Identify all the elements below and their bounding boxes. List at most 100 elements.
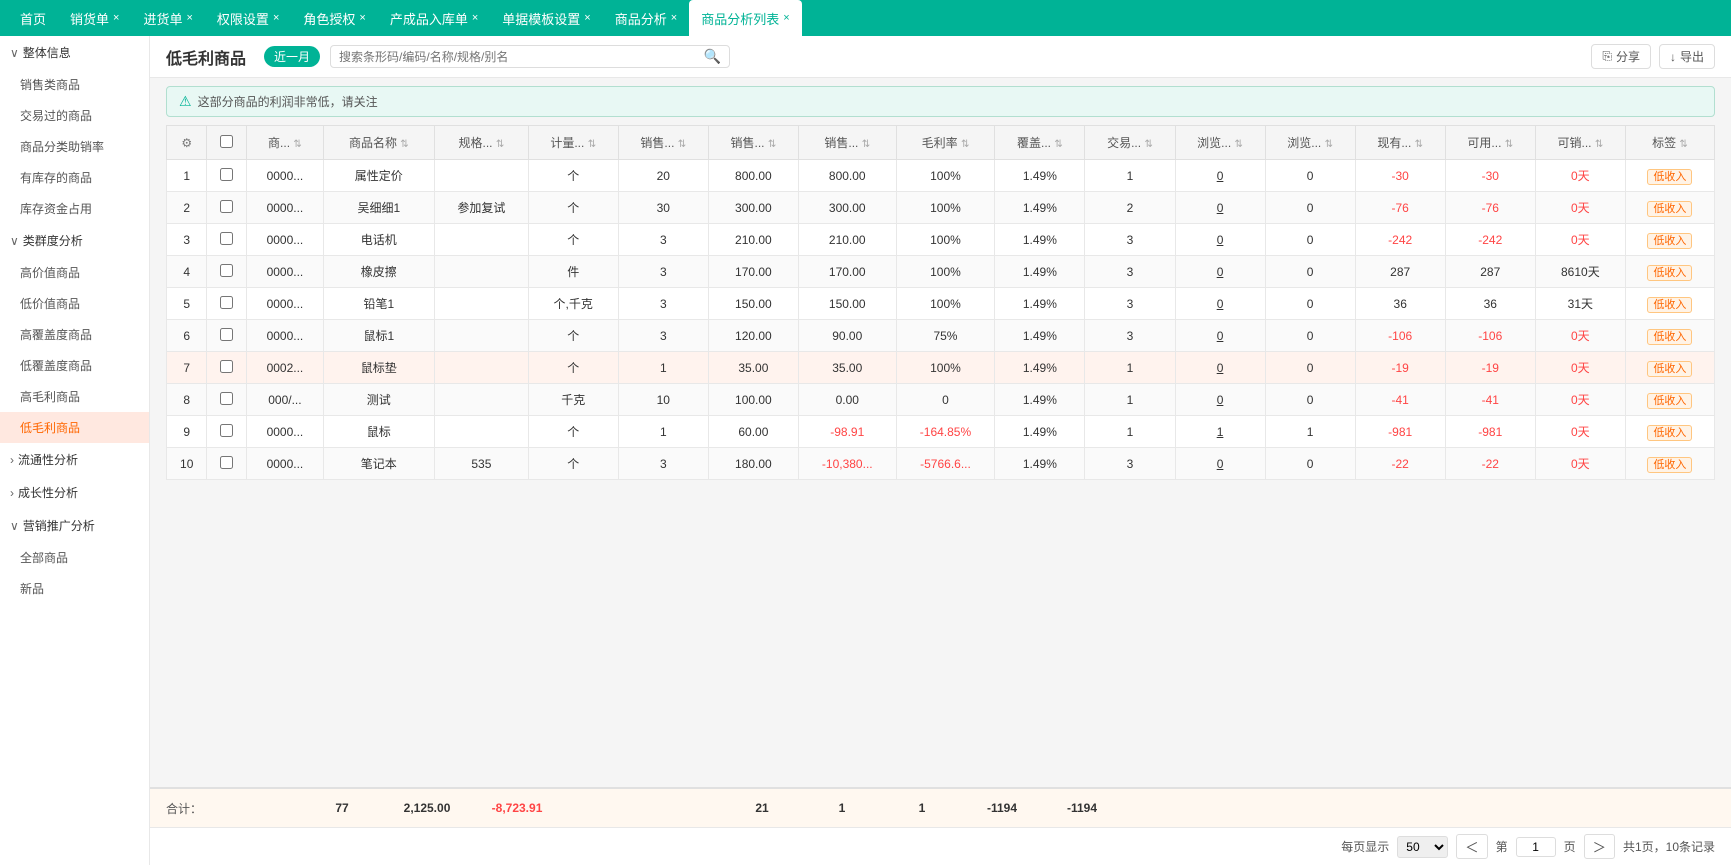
sidebar-item-sales-goods[interactable]: 销售类商品: [0, 69, 149, 100]
row-checkbox[interactable]: [220, 328, 233, 341]
col-saleable[interactable]: 可销... ⇅: [1535, 126, 1625, 160]
col-unit[interactable]: 计量... ⇅: [528, 126, 618, 160]
cell-checkbox[interactable]: [207, 448, 247, 480]
views1-link[interactable]: 0: [1217, 329, 1224, 343]
cell-views1[interactable]: 0: [1175, 224, 1265, 256]
sidebar-section-growth[interactable]: › 成长性分析: [0, 476, 149, 509]
time-filter-button[interactable]: 近一月: [264, 46, 320, 67]
sidebar-item-stock-fund[interactable]: 库存资金占用: [0, 193, 149, 224]
sidebar-item-category-rate[interactable]: 商品分类助销率: [0, 131, 149, 162]
nav-analysis-list[interactable]: 商品分析列表 ×: [689, 0, 801, 36]
sidebar-item-high-coverage[interactable]: 高覆盖度商品: [0, 319, 149, 350]
sidebar-item-low-coverage[interactable]: 低覆盖度商品: [0, 350, 149, 381]
row-checkbox[interactable]: [220, 232, 233, 245]
nav-sales[interactable]: 销货单 ×: [58, 0, 131, 36]
close-icon[interactable]: ×: [783, 12, 789, 24]
cell-checkbox[interactable]: [207, 384, 247, 416]
nav-template-settings[interactable]: 单据模板设置 ×: [490, 0, 602, 36]
sidebar-section-cluster[interactable]: ∨ 类群度分析: [0, 224, 149, 257]
close-icon[interactable]: ×: [671, 12, 677, 24]
sidebar-item-all-goods[interactable]: 全部商品: [0, 542, 149, 573]
page-size-select[interactable]: 50 100 200: [1397, 836, 1448, 858]
cell-views1[interactable]: 0: [1175, 288, 1265, 320]
row-checkbox[interactable]: [220, 264, 233, 277]
sidebar-item-low-margin[interactable]: 低毛利商品: [0, 412, 149, 443]
col-transactions[interactable]: 交易... ⇅: [1085, 126, 1175, 160]
nav-role-auth[interactable]: 角色授权 ×: [291, 0, 377, 36]
search-input[interactable]: [339, 50, 704, 64]
row-checkbox[interactable]: [220, 200, 233, 213]
prev-page-button[interactable]: ＜: [1456, 834, 1487, 859]
sidebar-item-high-value[interactable]: 高价值商品: [0, 257, 149, 288]
sidebar-item-high-margin[interactable]: 高毛利商品: [0, 381, 149, 412]
sidebar-item-low-value[interactable]: 低价值商品: [0, 288, 149, 319]
views1-link[interactable]: 0: [1217, 201, 1224, 215]
nav-permissions[interactable]: 权限设置 ×: [205, 0, 291, 36]
col-sales-qty[interactable]: 销售... ⇅: [618, 126, 708, 160]
col-spec[interactable]: 规格... ⇅: [435, 126, 529, 160]
views1-link[interactable]: 1: [1217, 425, 1224, 439]
col-name[interactable]: 商品名称 ⇅: [323, 126, 435, 160]
page-number-input[interactable]: [1516, 837, 1556, 857]
nav-home[interactable]: 首页: [8, 0, 58, 36]
nav-purchase[interactable]: 进货单 ×: [131, 0, 204, 36]
sidebar-item-traded-goods[interactable]: 交易过的商品: [0, 100, 149, 131]
cell-views1[interactable]: 0: [1175, 448, 1265, 480]
row-checkbox[interactable]: [220, 392, 233, 405]
col-current-stock[interactable]: 现有... ⇅: [1355, 126, 1445, 160]
row-checkbox[interactable]: [220, 168, 233, 181]
close-icon[interactable]: ×: [584, 12, 590, 24]
col-views2[interactable]: 浏览... ⇅: [1265, 126, 1355, 160]
cell-checkbox[interactable]: [207, 160, 247, 192]
close-icon[interactable]: ×: [113, 12, 119, 24]
row-checkbox[interactable]: [220, 360, 233, 373]
sidebar-section-flow[interactable]: › 流通性分析: [0, 443, 149, 476]
views1-link[interactable]: 0: [1217, 233, 1224, 247]
cell-views1[interactable]: 0: [1175, 192, 1265, 224]
export-button[interactable]: ↓ 导出: [1659, 44, 1715, 69]
views1-link[interactable]: 0: [1217, 297, 1224, 311]
row-checkbox[interactable]: [220, 296, 233, 309]
col-sales-price[interactable]: 销售... ⇅: [708, 126, 798, 160]
col-gross-margin[interactable]: 毛利率 ⇅: [896, 126, 995, 160]
cell-checkbox[interactable]: [207, 288, 247, 320]
cell-checkbox[interactable]: [207, 256, 247, 288]
close-icon[interactable]: ×: [359, 12, 365, 24]
close-icon[interactable]: ×: [472, 12, 478, 24]
col-code[interactable]: 商... ⇅: [247, 126, 323, 160]
views1-link[interactable]: 0: [1217, 361, 1224, 375]
close-icon[interactable]: ×: [273, 12, 279, 24]
col-gear[interactable]: ⚙: [167, 126, 207, 160]
col-sales-amount[interactable]: 销售... ⇅: [798, 126, 896, 160]
search-icon[interactable]: 🔍: [704, 48, 721, 65]
cell-checkbox[interactable]: [207, 416, 247, 448]
col-coverage[interactable]: 覆盖... ⇅: [995, 126, 1085, 160]
views1-link[interactable]: 0: [1217, 393, 1224, 407]
cell-views1[interactable]: 0: [1175, 160, 1265, 192]
close-icon[interactable]: ×: [186, 12, 192, 24]
cell-checkbox[interactable]: [207, 352, 247, 384]
row-checkbox[interactable]: [220, 424, 233, 437]
sidebar-section-overall[interactable]: ∨ 整体信息: [0, 36, 149, 69]
cell-views1[interactable]: 1: [1175, 416, 1265, 448]
settings-icon[interactable]: ⚙: [181, 136, 192, 150]
sidebar-item-in-stock[interactable]: 有库存的商品: [0, 162, 149, 193]
views1-link[interactable]: 0: [1217, 169, 1224, 183]
cell-views1[interactable]: 0: [1175, 384, 1265, 416]
nav-product-entry[interactable]: 产成品入库单 ×: [378, 0, 490, 36]
col-tag[interactable]: 标签 ⇅: [1625, 126, 1714, 160]
select-all-checkbox[interactable]: [220, 135, 233, 148]
sidebar-item-new-goods[interactable]: 新品: [0, 573, 149, 604]
views1-link[interactable]: 0: [1217, 457, 1224, 471]
row-checkbox[interactable]: [220, 456, 233, 469]
cell-views1[interactable]: 0: [1175, 320, 1265, 352]
cell-checkbox[interactable]: [207, 192, 247, 224]
cell-views1[interactable]: 0: [1175, 256, 1265, 288]
share-button[interactable]: ⎘ 分享: [1591, 44, 1651, 69]
col-available[interactable]: 可用... ⇅: [1445, 126, 1535, 160]
next-page-button[interactable]: ＞: [1584, 834, 1615, 859]
table-wrapper[interactable]: ⚙ 商... ⇅ 商品名称 ⇅ 规格... ⇅ 计量... ⇅ 销售... ⇅ …: [150, 125, 1731, 787]
cell-checkbox[interactable]: [207, 320, 247, 352]
cell-views1[interactable]: 0: [1175, 352, 1265, 384]
views1-link[interactable]: 0: [1217, 265, 1224, 279]
